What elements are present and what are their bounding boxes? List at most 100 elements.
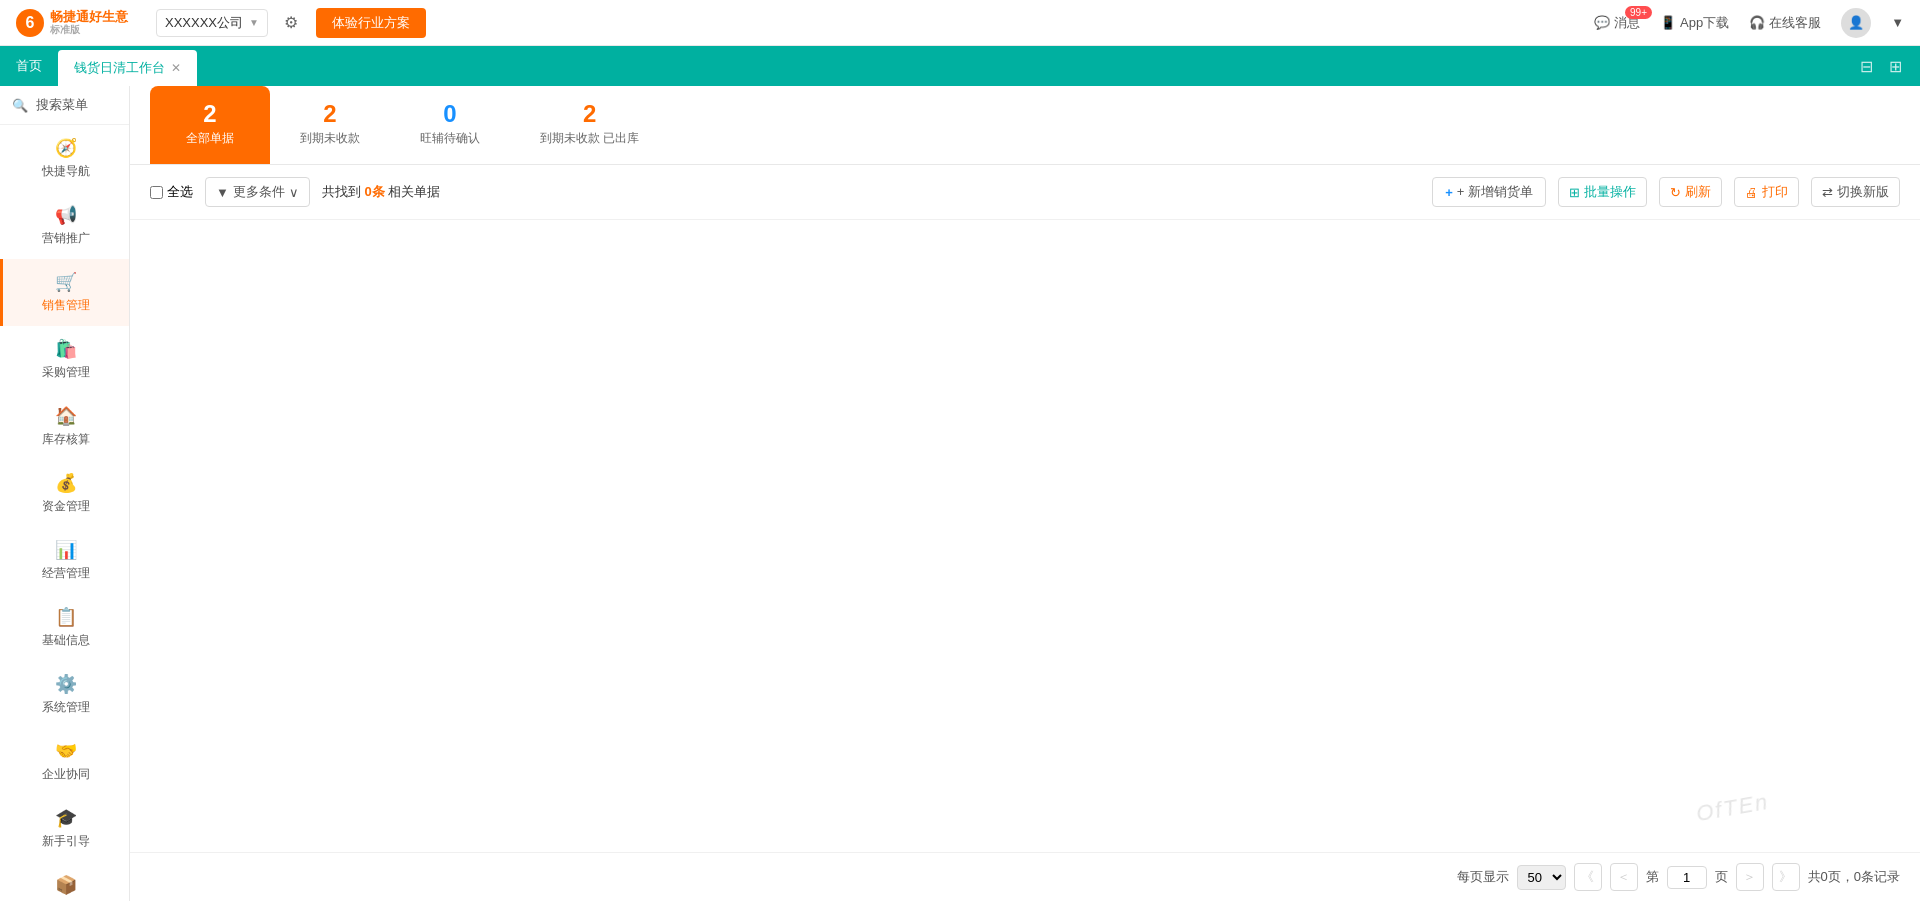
page-size-label: 每页显示	[1457, 868, 1509, 886]
inventory-icon: 🏠	[55, 405, 77, 427]
sidebar-label-system: 系统管理	[42, 699, 90, 716]
sidebar-item-app-center[interactable]: 📦 应用中心	[0, 862, 129, 901]
stat-label-shipped: 到期未收款 已出库	[540, 130, 639, 147]
stat-tab-overdue[interactable]: 2 到期未收款	[270, 86, 390, 164]
sidebar-item-finance[interactable]: 💰 资金管理	[0, 460, 129, 527]
sales-icon: 🛒	[55, 271, 77, 293]
sidebar-label-operations: 经营管理	[42, 565, 90, 582]
toolbar-right: + + 新增销货单 ⊞ 批量操作 ↻ 刷新 🖨 打印 ⇄ 切换新版	[1432, 177, 1900, 207]
sidebar-label-cooperation: 企业协同	[42, 766, 90, 783]
avatar-icon: 👤	[1848, 15, 1864, 30]
sidebar-item-cooperation[interactable]: 🤝 企业协同	[0, 728, 129, 795]
sidebar-item-purchase[interactable]: 🛍️ 采购管理	[0, 326, 129, 393]
service-icon: 🎧	[1749, 15, 1765, 30]
settings-icon[interactable]: ⚙	[276, 8, 306, 38]
top-header: 6 畅捷通好生意 标准版 XXXXXX公司 ▼ ⚙ 体验行业方案 💬 消息 99…	[0, 0, 1920, 46]
trial-button[interactable]: 体验行业方案	[316, 8, 426, 38]
sidebar-label-sales: 销售管理	[42, 297, 90, 314]
first-page-button[interactable]: 《	[1574, 863, 1602, 891]
sidebar-label-guide: 新手引导	[42, 833, 90, 850]
filter-icon: ▼	[216, 185, 229, 200]
switch-icon: ⇄	[1822, 185, 1833, 200]
operations-icon: 📊	[55, 539, 77, 561]
avatar[interactable]: 👤	[1841, 8, 1871, 38]
select-all-checkbox[interactable]: 全选	[150, 183, 193, 201]
sidebar-item-system[interactable]: ⚙️ 系统管理	[0, 661, 129, 728]
sidebar: 🔍 搜索菜单 🧭 快捷导航 📢 营销推广 🛒 销售管理 🛍️ 采购管理 🏠 库存…	[0, 86, 130, 901]
tab-home-label: 首页	[16, 57, 42, 75]
content-area: 2 全部单据 2 到期未收款 0 旺辅待确认 2 到期未收款 已出库 全选	[130, 86, 1920, 901]
sidebar-item-inventory[interactable]: 🏠 库存核算	[0, 393, 129, 460]
navigation-icon: 🧭	[55, 137, 77, 159]
sidebar-item-sales[interactable]: 🛒 销售管理	[0, 259, 129, 326]
switch-version-button[interactable]: ⇄ 切换新版	[1811, 177, 1900, 207]
filter-label: 更多条件	[233, 183, 285, 201]
logo-text: 畅捷通好生意 标准版	[50, 9, 128, 37]
sidebar-item-basic-info[interactable]: 📋 基础信息	[0, 594, 129, 661]
filter-button[interactable]: ▼ 更多条件 ∨	[205, 177, 310, 207]
add-label: + 新增销货单	[1457, 183, 1533, 201]
found-suffix: 相关单据	[388, 184, 440, 199]
stat-tab-all[interactable]: 2 全部单据	[150, 86, 270, 164]
logo-main: 畅捷通好生意	[50, 9, 128, 25]
select-all-input[interactable]	[150, 186, 163, 199]
stat-tab-shipped[interactable]: 2 到期未收款 已出库	[510, 86, 669, 164]
search-icon: 🔍	[12, 98, 28, 113]
service-label: 在线客服	[1769, 14, 1821, 32]
page-suffix: 页	[1715, 868, 1728, 886]
service-button[interactable]: 🎧 在线客服	[1749, 14, 1821, 32]
page-prefix: 第	[1646, 868, 1659, 886]
last-page-button[interactable]: 》	[1772, 863, 1800, 891]
app-download-button[interactable]: 📱 App下载	[1660, 14, 1729, 32]
tab-work[interactable]: 钱货日清工作台 ✕	[58, 50, 197, 86]
select-all-label: 全选	[167, 183, 193, 201]
sidebar-item-guide[interactable]: 🎓 新手引导	[0, 795, 129, 862]
stat-tab-pending[interactable]: 0 旺辅待确认	[390, 86, 510, 164]
plus-icon: +	[1445, 185, 1453, 200]
sidebar-label-basic-info: 基础信息	[42, 632, 90, 649]
batch-icon: ⊞	[1569, 185, 1580, 200]
message-button[interactable]: 💬 消息 99+	[1594, 14, 1640, 32]
purchase-icon: 🛍️	[55, 338, 77, 360]
app-label: App下载	[1680, 14, 1729, 32]
toolbar-left: 全选 ▼ 更多条件 ∨ 共找到 0条 相关单据	[150, 177, 1420, 207]
sidebar-item-navigation[interactable]: 🧭 快捷导航	[0, 125, 129, 192]
page-number-input[interactable]	[1667, 866, 1707, 889]
tab-bar: 首页 钱货日清工作台 ✕ ⊟ ⊞	[0, 46, 1920, 86]
sidebar-item-marketing[interactable]: 📢 营销推广	[0, 192, 129, 259]
prev-page-button[interactable]: ＜	[1610, 863, 1638, 891]
sidebar-label-finance: 资金管理	[42, 498, 90, 515]
print-button[interactable]: 🖨 打印	[1734, 177, 1799, 207]
add-sales-order-button[interactable]: + + 新增销货单	[1432, 177, 1546, 207]
stat-label-pending: 旺辅待确认	[420, 130, 480, 147]
sidebar-search[interactable]: 🔍 搜索菜单	[0, 86, 129, 125]
system-icon: ⚙️	[55, 673, 77, 695]
chevron-down-icon: ▼	[249, 17, 259, 28]
refresh-label: 刷新	[1685, 183, 1711, 201]
tab-bar-right: ⊟ ⊞	[1852, 57, 1920, 76]
guide-icon: 🎓	[55, 807, 77, 829]
stat-num-overdue: 2	[323, 100, 336, 128]
tab-home[interactable]: 首页	[0, 46, 58, 86]
next-page-button[interactable]: ＞	[1736, 863, 1764, 891]
batch-operation-button[interactable]: ⊞ 批量操作	[1558, 177, 1647, 207]
stat-num-shipped: 2	[583, 100, 596, 128]
message-icon: 💬	[1594, 15, 1610, 30]
company-selector[interactable]: XXXXXX公司 ▼	[156, 9, 268, 37]
sidebar-label-inventory: 库存核算	[42, 431, 90, 448]
toolbar: 全选 ▼ 更多条件 ∨ 共找到 0条 相关单据 + + 新增销货单	[130, 165, 1920, 220]
tab-close-icon[interactable]: ✕	[171, 61, 181, 75]
sidebar-item-operations[interactable]: 📊 经营管理	[0, 527, 129, 594]
stat-num-pending: 0	[443, 100, 456, 128]
batch-label: 批量操作	[1584, 183, 1636, 201]
header-right: 💬 消息 99+ 📱 App下载 🎧 在线客服 👤 ▼	[1594, 8, 1904, 38]
logo-icon: 6	[16, 9, 44, 37]
tab-minimize-icon[interactable]: ⊟	[1852, 57, 1881, 76]
stat-label-all: 全部单据	[186, 130, 234, 147]
total-records: 共0页，0条记录	[1808, 868, 1900, 886]
tab-expand-icon[interactable]: ⊞	[1881, 57, 1910, 76]
refresh-icon: ↻	[1670, 185, 1681, 200]
user-name[interactable]: ▼	[1891, 15, 1904, 30]
refresh-button[interactable]: ↻ 刷新	[1659, 177, 1722, 207]
page-size-select[interactable]: 50	[1517, 865, 1566, 890]
